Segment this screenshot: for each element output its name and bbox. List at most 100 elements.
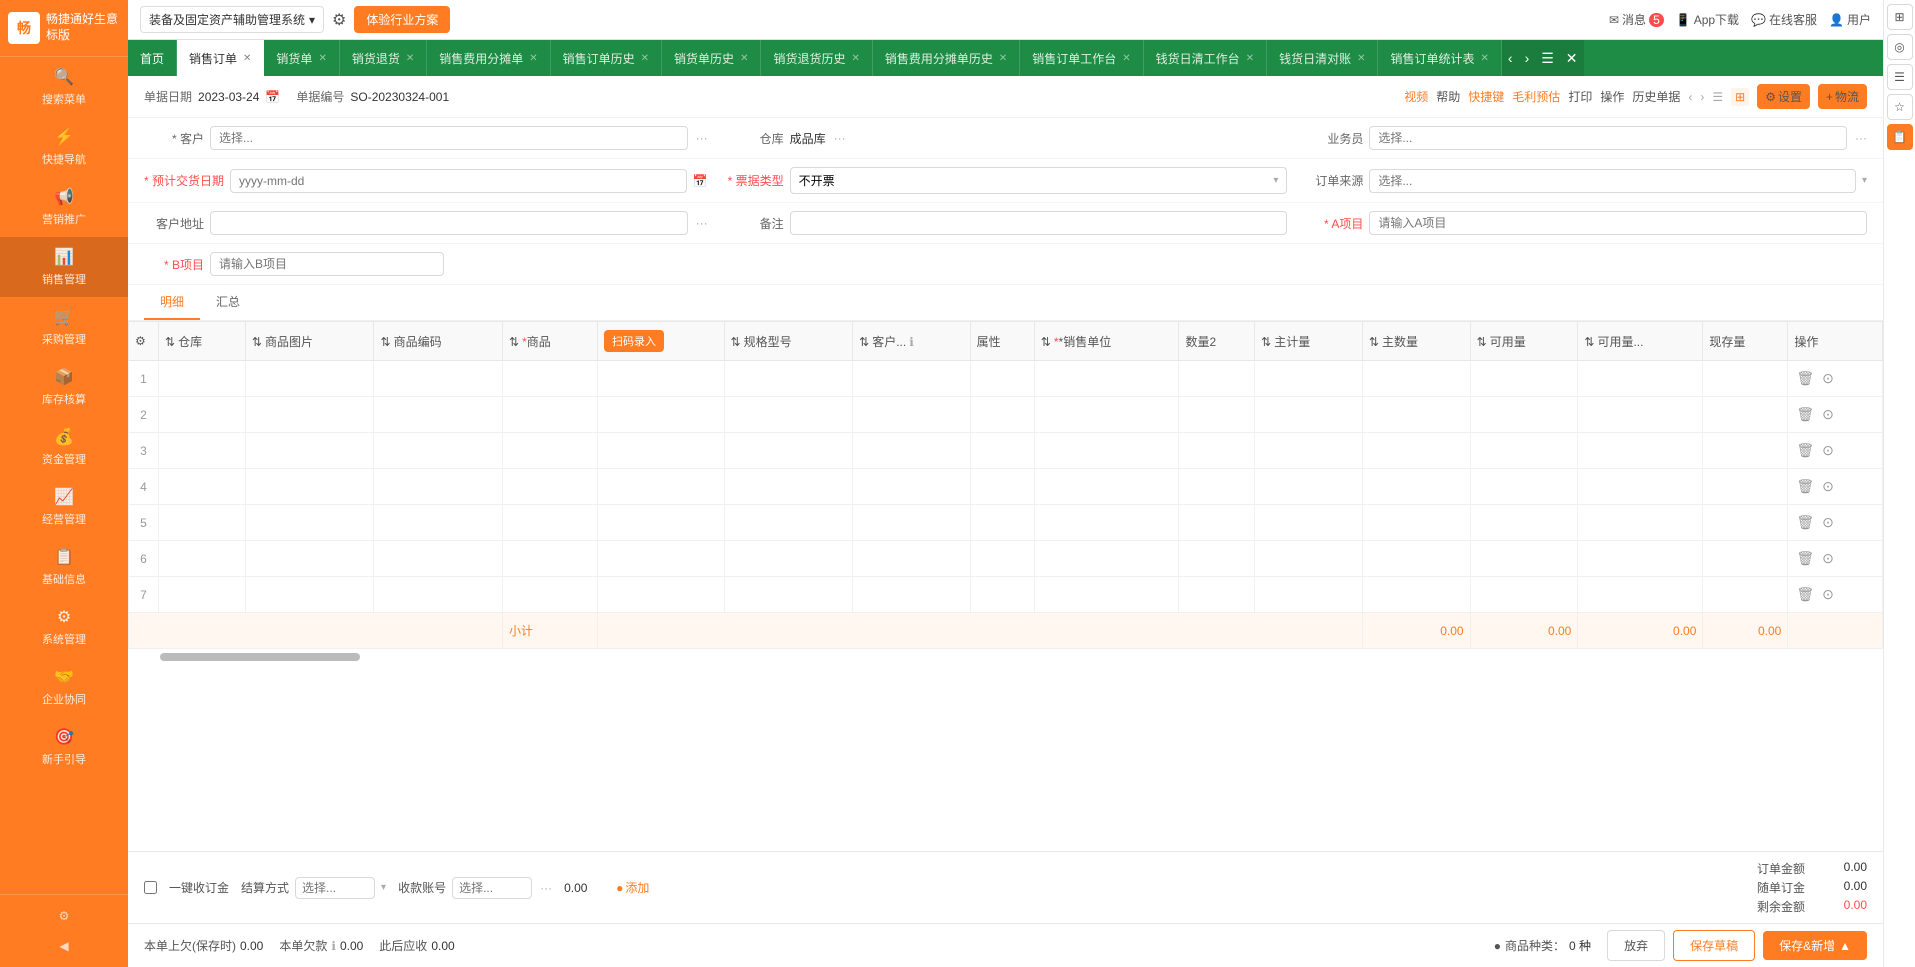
- row-code[interactable]: [374, 397, 503, 433]
- topbar-settings-icon[interactable]: ⚙: [332, 10, 346, 30]
- row-main-qty[interactable]: [1362, 397, 1470, 433]
- solution-button[interactable]: 体验行业方案: [354, 6, 450, 33]
- row-copy-btn[interactable]: ⊙: [1820, 404, 1836, 425]
- tab-order-history[interactable]: 销售订单历史 ✕: [551, 40, 662, 76]
- horizontal-scrollbar[interactable]: [160, 653, 360, 661]
- save-new-button[interactable]: 保存&新增 ▲: [1763, 931, 1867, 960]
- row-main-qty[interactable]: [1362, 361, 1470, 397]
- tab-close-icon[interactable]: ✕: [243, 53, 251, 64]
- table-settings-icon[interactable]: ⚙: [135, 334, 146, 348]
- tab-close-icon[interactable]: ✕: [999, 53, 1007, 64]
- tab-sales-order[interactable]: 销售订单 ✕: [177, 40, 264, 76]
- row-copy-btn[interactable]: ⊙: [1820, 512, 1836, 533]
- app-selector[interactable]: 装备及固定资产辅助管理系统 ▾: [140, 6, 324, 33]
- customer-expand-btn[interactable]: ···: [696, 131, 708, 145]
- help-link[interactable]: 帮助: [1436, 88, 1460, 105]
- row-delete-btn[interactable]: 🗑: [1794, 476, 1816, 497]
- tab-detail[interactable]: 明细: [144, 285, 200, 320]
- tab-stats[interactable]: 销售订单统计表 ✕: [1378, 40, 1501, 76]
- address-input[interactable]: [210, 211, 688, 235]
- salesperson-expand-btn[interactable]: ···: [1855, 131, 1867, 145]
- receipt-input[interactable]: [452, 877, 532, 899]
- online-service-btn[interactable]: 💬 在线客服: [1751, 11, 1817, 28]
- operate-btn[interactable]: 操作: [1600, 88, 1624, 105]
- add-goods-button[interactable]: + 物流: [1818, 84, 1867, 109]
- address-expand-btn[interactable]: ···: [696, 216, 708, 230]
- row-copy-btn[interactable]: ⊙: [1820, 440, 1836, 461]
- row-qty2[interactable]: [1179, 361, 1255, 397]
- tab-return[interactable]: 销货退货 ✕: [340, 40, 427, 76]
- customer-input[interactable]: [210, 126, 688, 150]
- row-spec[interactable]: [724, 361, 853, 397]
- shortcut-btn[interactable]: 快捷键: [1468, 88, 1504, 105]
- tab-close-all-btn[interactable]: ✕: [1560, 40, 1584, 76]
- row-delete-btn[interactable]: 🗑: [1794, 368, 1816, 389]
- row-available[interactable]: [1470, 361, 1578, 397]
- rp-btn-1[interactable]: ⊞: [1887, 4, 1913, 30]
- sidebar-item-purchase[interactable]: 🛒 采购管理: [0, 297, 128, 357]
- row-warehouse[interactable]: [159, 361, 246, 397]
- row-image[interactable]: [245, 397, 374, 433]
- message-btn[interactable]: ✉ 消息 5: [1609, 11, 1664, 28]
- receipt-expand-btn[interactable]: ···: [540, 881, 552, 895]
- row-customer-code[interactable]: [853, 397, 970, 433]
- save-draft-button[interactable]: 保存草稿: [1673, 930, 1755, 961]
- tab-invoice-history[interactable]: 销货单历史 ✕: [662, 40, 761, 76]
- row-customer-code[interactable]: [853, 361, 970, 397]
- tab-close-icon[interactable]: ✕: [1481, 53, 1489, 64]
- tab-close-icon[interactable]: ✕: [1357, 53, 1365, 64]
- row-attribute[interactable]: [970, 397, 1034, 433]
- row-available2[interactable]: [1578, 361, 1703, 397]
- sidebar-item-search[interactable]: 🔍 搜索菜单: [0, 57, 128, 117]
- tab-close-icon[interactable]: ✕: [529, 53, 537, 64]
- sidebar-item-nav[interactable]: ⚡ 快捷导航: [0, 117, 128, 177]
- one-click-checkbox[interactable]: [144, 881, 157, 894]
- sidebar-item-enterprise[interactable]: 🤝 企业协同: [0, 657, 128, 717]
- tab-menu-btn[interactable]: ☰: [1535, 40, 1560, 76]
- warehouse-expand-btn[interactable]: ···: [834, 131, 846, 145]
- row-delete-btn[interactable]: 🗑: [1794, 548, 1816, 569]
- delivery-input[interactable]: [230, 169, 687, 193]
- b-project-input[interactable]: [210, 252, 444, 276]
- sidebar-item-basic[interactable]: 📋 基础信息: [0, 537, 128, 597]
- row-unit[interactable]: [1034, 361, 1179, 397]
- rp-btn-2[interactable]: ◎: [1887, 34, 1913, 60]
- sidebar-settings-btn[interactable]: ⚙: [53, 903, 76, 929]
- sidebar-item-guide[interactable]: 🎯 新手引导: [0, 717, 128, 777]
- sidebar-item-finance[interactable]: 💰 资金管理: [0, 417, 128, 477]
- row-copy-btn[interactable]: ⊙: [1820, 368, 1836, 389]
- row-warehouse[interactable]: [159, 433, 246, 469]
- row-attribute[interactable]: [970, 361, 1034, 397]
- prev-record-btn[interactable]: ‹: [1688, 90, 1692, 104]
- tab-summary[interactable]: 汇总: [200, 285, 256, 320]
- calendar-icon2[interactable]: 📅: [693, 174, 708, 188]
- tab-return-history[interactable]: 销货退货历史 ✕: [761, 40, 872, 76]
- tab-close-icon[interactable]: ✕: [740, 53, 748, 64]
- row-current[interactable]: [1703, 397, 1788, 433]
- tab-home[interactable]: 首页: [128, 40, 177, 76]
- profit-btn[interactable]: 毛利预估: [1512, 88, 1560, 105]
- row-name[interactable]: [502, 361, 597, 397]
- order-source-input[interactable]: [1369, 169, 1856, 193]
- row-main-unit[interactable]: [1255, 361, 1363, 397]
- tab-close-icon[interactable]: ✕: [1122, 53, 1130, 64]
- tab-next-btn[interactable]: ›: [1519, 40, 1536, 76]
- tab-close-icon[interactable]: ✕: [318, 53, 326, 64]
- calendar-icon[interactable]: 📅: [265, 90, 280, 104]
- tab-close-icon[interactable]: ✕: [851, 53, 859, 64]
- row-code[interactable]: [374, 361, 503, 397]
- row-qty2[interactable]: [1179, 397, 1255, 433]
- user-btn[interactable]: 👤 用户: [1829, 11, 1871, 28]
- row-delete-btn[interactable]: 🗑: [1794, 404, 1816, 425]
- history-btn[interactable]: 历史单据: [1632, 88, 1680, 105]
- payment-input[interactable]: [295, 877, 375, 899]
- sidebar-item-inventory[interactable]: 📦 库存核算: [0, 357, 128, 417]
- row-delete-btn[interactable]: 🗑: [1794, 584, 1816, 605]
- row-delete-btn[interactable]: 🗑: [1794, 440, 1816, 461]
- tab-cash-reconcile[interactable]: 钱货日清对账 ✕: [1267, 40, 1378, 76]
- row-copy-btn[interactable]: ⊙: [1820, 476, 1836, 497]
- tab-cash-workbench[interactable]: 钱货日清工作台 ✕: [1144, 40, 1267, 76]
- sidebar-item-marketing[interactable]: 📢 营销推广: [0, 177, 128, 237]
- row-image[interactable]: [245, 361, 374, 397]
- tab-fee-split[interactable]: 销售费用分摊单 ✕: [427, 40, 550, 76]
